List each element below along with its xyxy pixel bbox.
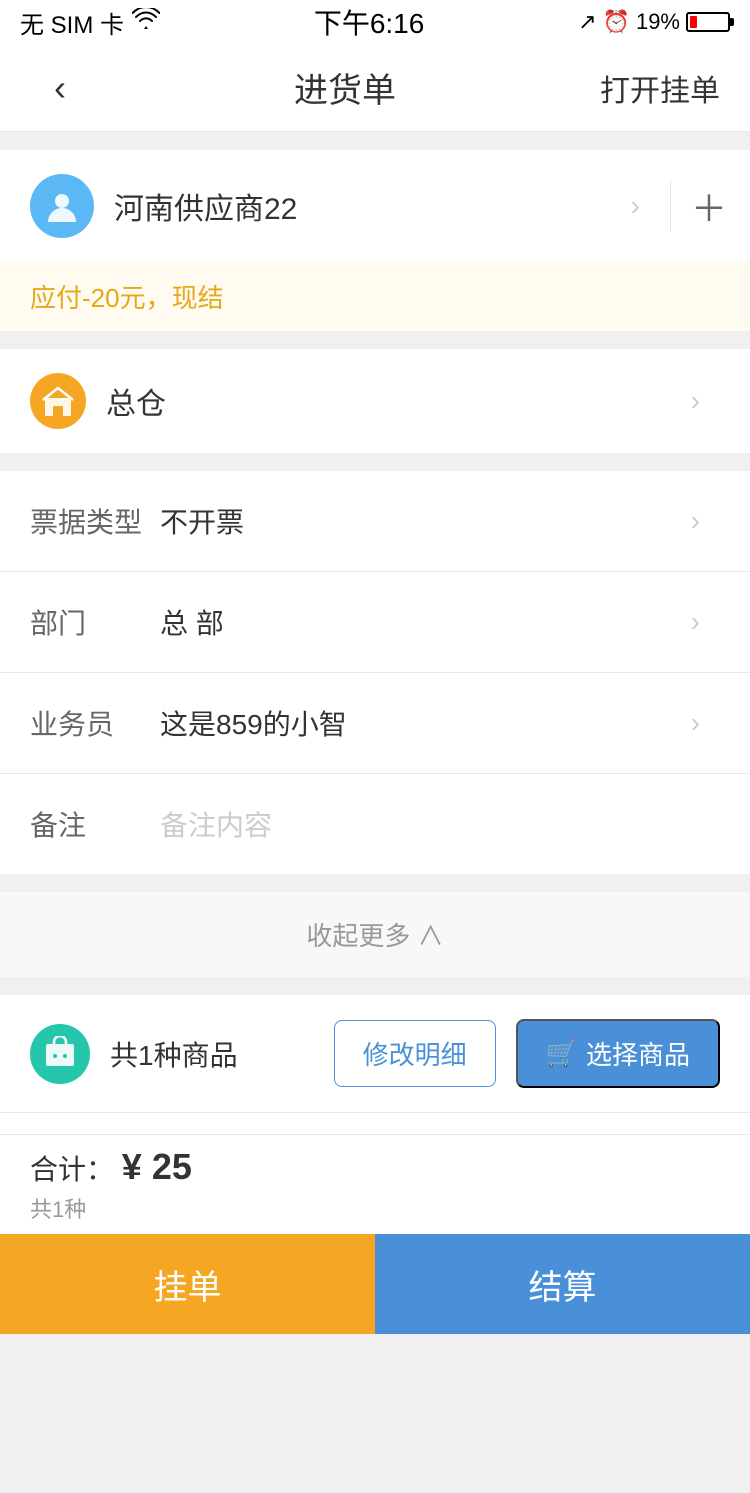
remark-input[interactable]: 备注内容 <box>160 804 720 844</box>
battery-percent: 19% <box>636 9 680 35</box>
department-value: 总 部 <box>160 602 691 642</box>
wifi-icon <box>132 8 160 37</box>
remark-label: 备注 <box>30 804 160 844</box>
divider-3 <box>0 874 750 892</box>
supplier-row[interactable]: 河南供应商22 › ＋ <box>0 150 750 262</box>
invoice-chevron-icon: › <box>691 505 700 537</box>
add-supplier-button[interactable]: ＋ <box>670 180 720 232</box>
divider-top <box>0 132 750 150</box>
supplier-avatar <box>30 174 94 238</box>
product-count-label: 共1种商品 <box>110 1034 314 1074</box>
salesman-value: 这是859的小智 <box>160 703 691 743</box>
department-label: 部门 <box>30 602 160 642</box>
divider-4 <box>0 977 750 995</box>
product-header: 共1种商品 修改明细 🛒 选择商品 <box>0 995 750 1112</box>
department-chevron-icon: › <box>691 606 700 638</box>
product-count-icon <box>30 1024 90 1084</box>
alarm-icon: ⏰ <box>603 9 630 35</box>
total-amount: 合计： ¥ 25 <box>30 1146 720 1188</box>
status-right: ↗ ⏰ 19% <box>578 9 730 35</box>
cart-icon: 🛒 <box>546 1038 578 1069</box>
page-title: 进货单 <box>294 63 396 112</box>
back-button[interactable]: ‹ <box>30 58 90 118</box>
open-hang-button[interactable]: 打开挂单 <box>600 66 720 110</box>
status-bar: 无 SIM 卡 下午6:16 ↗ ⏰ 19% <box>0 0 750 44</box>
warehouse-icon <box>30 373 86 429</box>
remark-row[interactable]: 备注 备注内容 <box>0 774 750 874</box>
nav-bar: ‹ 进货单 打开挂单 <box>0 44 750 132</box>
edit-detail-button[interactable]: 修改明细 <box>334 1020 496 1087</box>
invoice-value: 不开票 <box>160 501 691 541</box>
location-icon: ↗ <box>578 9 596 35</box>
divider-1 <box>0 331 750 349</box>
battery-icon <box>686 12 730 32</box>
bottom-summary: 合计： ¥ 25 共1种 <box>0 1134 750 1234</box>
invoice-row[interactable]: 票据类型 不开票 › <box>0 471 750 571</box>
salesman-row[interactable]: 业务员 这是859的小智 › <box>0 673 750 773</box>
collapse-label: 收起更多 ∧ <box>306 916 443 953</box>
status-carrier: 无 SIM 卡 <box>20 5 160 40</box>
settle-button[interactable]: 结算 <box>375 1234 750 1334</box>
invoice-label: 票据类型 <box>30 501 160 541</box>
divider-2 <box>0 453 750 471</box>
chevron-right-icon: › <box>631 190 640 222</box>
collapse-row[interactable]: 收起更多 ∧ <box>0 892 750 977</box>
select-product-button[interactable]: 🛒 选择商品 <box>516 1019 720 1088</box>
warning-banner: 应付-20元，现结 <box>0 262 750 331</box>
warehouse-name: 总仓 <box>106 379 691 423</box>
warehouse-row[interactable]: 总仓 › <box>0 349 750 453</box>
salesman-chevron-icon: › <box>691 707 700 739</box>
hang-button[interactable]: 挂单 <box>0 1234 375 1334</box>
department-row[interactable]: 部门 总 部 › <box>0 572 750 672</box>
bottom-actions: 挂单 结算 <box>0 1234 750 1334</box>
total-count: 共1种 <box>30 1192 720 1224</box>
supplier-name: 河南供应商22 <box>114 184 631 228</box>
salesman-label: 业务员 <box>30 703 160 743</box>
status-time: 下午6:16 <box>314 2 425 42</box>
warehouse-chevron-icon: › <box>691 385 700 417</box>
